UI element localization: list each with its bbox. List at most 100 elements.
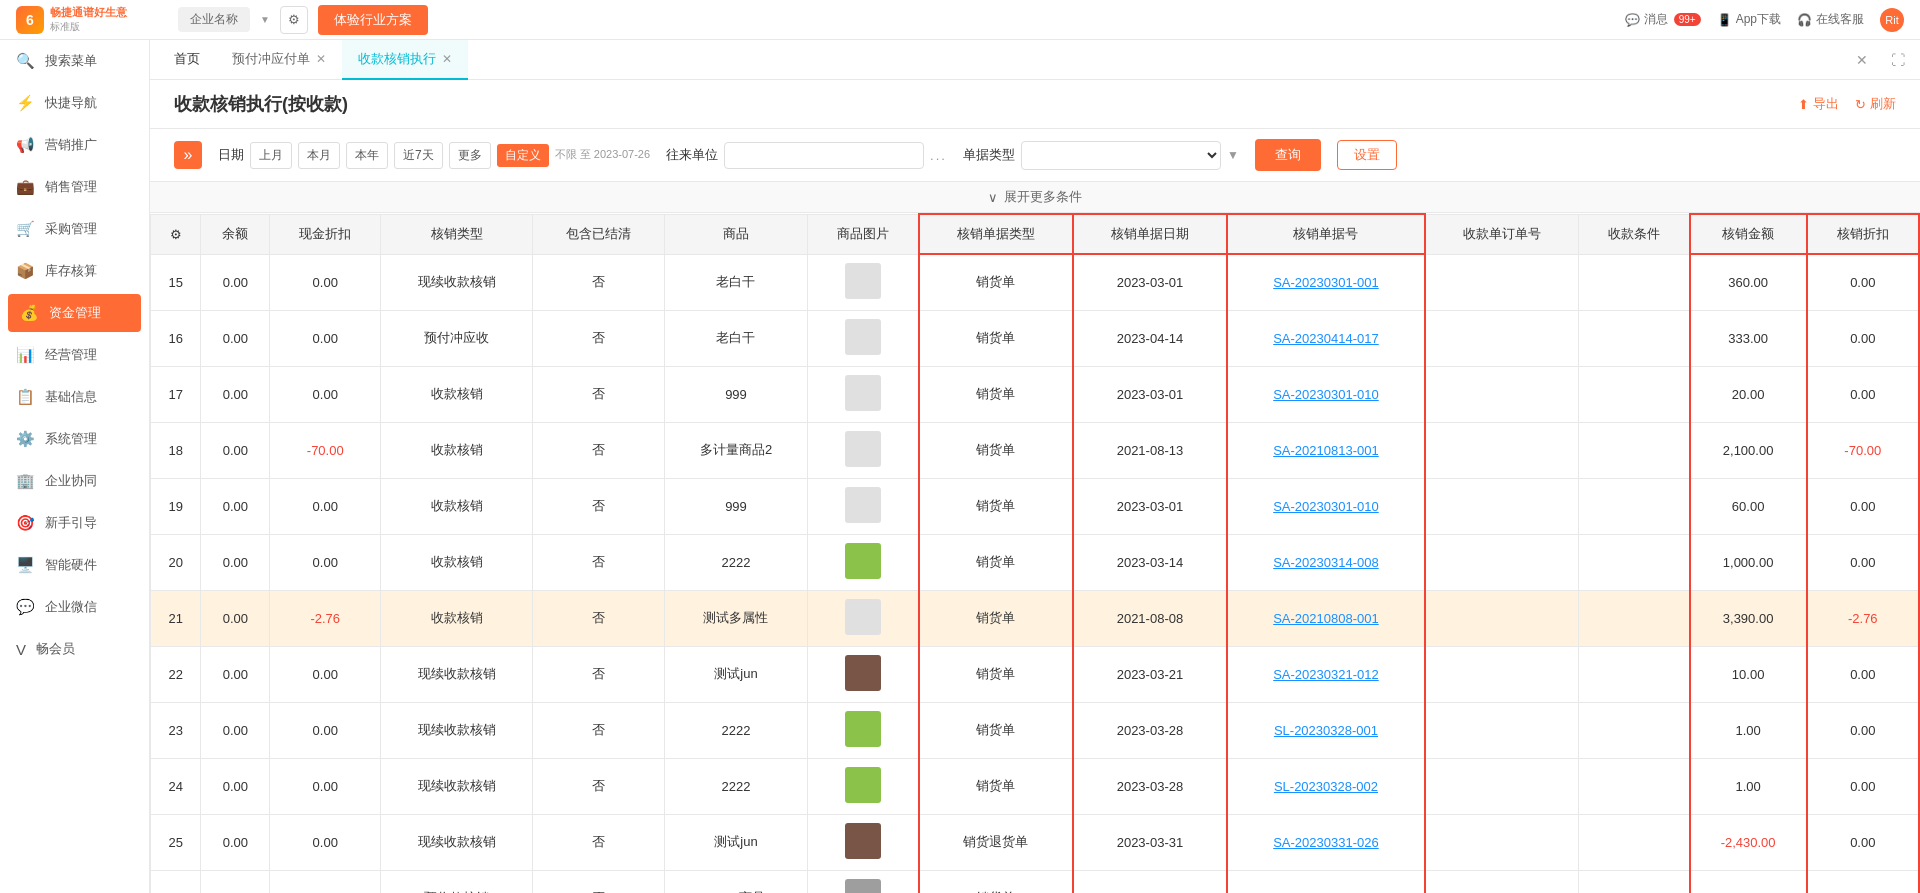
tab-prepay-close-icon[interactable]: ✕ — [316, 52, 326, 66]
messages-btn[interactable]: 💬 消息 99+ — [1625, 11, 1701, 28]
date-7days-btn[interactable]: 近7天 — [394, 142, 443, 169]
cell-writeoff-discount: 0.00 — [1807, 870, 1919, 893]
cell-goods: 999 — [664, 478, 807, 534]
cell-include-settled: 否 — [533, 366, 665, 422]
cell-writeoff-discount: 0.00 — [1807, 310, 1919, 366]
cell-bill-date: 2021-08-13 — [1073, 422, 1227, 478]
cell-goods: 123D商品 — [664, 870, 807, 893]
cell-bill-no[interactable]: SA-20230301-001 — [1227, 254, 1425, 310]
date-this-month-btn[interactable]: 本月 — [298, 142, 340, 169]
online-service-btn[interactable]: 🎧 在线客服 — [1797, 11, 1864, 28]
cell-writeoff-amount: 1,000.00 — [1690, 534, 1807, 590]
cell-no: 26 — [151, 870, 201, 893]
user-avatar[interactable]: Rit — [1880, 8, 1904, 32]
trial-button[interactable]: 体验行业方案 — [318, 5, 428, 35]
sidebar: 🔍 搜索菜单 ⚡ 快捷导航 📢 营销推广 💼 销售管理 🛒 采购管理 📦 库存核… — [0, 40, 150, 893]
cell-bill-no[interactable]: SA-20210813-001 — [1227, 422, 1425, 478]
filter-settings-button[interactable]: 设置 — [1337, 140, 1397, 170]
app-icon: 📱 — [1717, 13, 1732, 27]
cell-balance: 0.00 — [201, 814, 270, 870]
cell-no: 16 — [151, 310, 201, 366]
expand-more-button[interactable]: ∨ 展开更多条件 — [988, 188, 1082, 206]
wechat-icon: 💬 — [16, 598, 35, 616]
refresh-button[interactable]: ↻ 刷新 — [1855, 95, 1896, 113]
sidebar-item-finance[interactable]: 💰 资金管理 — [8, 294, 141, 332]
sidebar-item-sales[interactable]: 💼 销售管理 — [0, 166, 149, 208]
date-this-year-btn[interactable]: 本年 — [346, 142, 388, 169]
query-button[interactable]: 查询 — [1255, 139, 1321, 171]
table-row: 23 0.00 0.00 现续收款核销 否 2222 销货单 2023-03-2… — [151, 702, 1920, 758]
export-icon: ⬆ — [1798, 97, 1809, 112]
cell-writeoff-amount: 20.00 — [1690, 870, 1807, 893]
bill-type-filter-group: 单据类型 ▼ — [963, 141, 1239, 170]
table-row: 24 0.00 0.00 现续收款核销 否 2222 销货单 2023-03-2… — [151, 758, 1920, 814]
cell-bill-no[interactable]: SA-20230301-010 — [1227, 478, 1425, 534]
window-close-icon[interactable]: ✕ — [1848, 46, 1876, 74]
cell-bill-type: 销货单 — [919, 254, 1073, 310]
counterpart-filter-group: 往来单位 ... — [666, 142, 947, 169]
date-custom-badge[interactable]: 自定义 — [497, 144, 549, 167]
bill-type-select[interactable] — [1021, 141, 1221, 170]
sidebar-item-wechat[interactable]: 💬 企业微信 — [0, 586, 149, 628]
cell-writeoff-discount: 0.00 — [1807, 478, 1919, 534]
table-row: 20 0.00 0.00 收款核销 否 2222 销货单 2023-03-14 … — [151, 534, 1920, 590]
cell-bill-no[interactable]: SA-20230314-008 — [1227, 534, 1425, 590]
cell-bill-no[interactable]: ABC-001 — [1227, 870, 1425, 893]
cell-no: 22 — [151, 646, 201, 702]
company-selector[interactable]: 企业名称 — [178, 7, 250, 32]
company-chevron-icon[interactable]: ▼ — [260, 14, 270, 25]
sidebar-item-search[interactable]: 🔍 搜索菜单 — [0, 40, 149, 82]
cell-bill-date: 2023-03-28 — [1073, 758, 1227, 814]
sidebar-item-basic[interactable]: 📋 基础信息 — [0, 376, 149, 418]
tab-receipts[interactable]: 收款核销执行 ✕ — [342, 40, 468, 80]
table-row: 16 0.00 0.00 预付冲应收 否 老白干 销货单 2023-04-14 … — [151, 310, 1920, 366]
sidebar-item-guide[interactable]: 🎯 新手引导 — [0, 502, 149, 544]
cell-include-settled: 否 — [533, 870, 665, 893]
cell-writeoff-type: 收款核销 — [381, 590, 533, 646]
cell-bill-no[interactable]: SA-20210808-001 — [1227, 590, 1425, 646]
sidebar-item-shortcut[interactable]: ⚡ 快捷导航 — [0, 82, 149, 124]
counterpart-input[interactable] — [724, 142, 924, 169]
table-area[interactable]: ⚙ 余额 现金折扣 核销类型 包含已结清 商品 商品图片 核销单据类型 核销单据… — [150, 213, 1920, 893]
cell-writeoff-amount: 10.00 — [1690, 646, 1807, 702]
window-expand-icon[interactable]: ⛶ — [1884, 46, 1912, 74]
cell-bill-no[interactable]: SA-20230331-026 — [1227, 814, 1425, 870]
sales-icon: 💼 — [16, 178, 35, 196]
col-header-gear[interactable]: ⚙ — [151, 214, 201, 254]
sidebar-item-hardware[interactable]: 🖥️ 智能硬件 — [0, 544, 149, 586]
cell-goods: 2222 — [664, 702, 807, 758]
cell-no: 21 — [151, 590, 201, 646]
cell-bill-type: 销货单 — [919, 870, 1073, 893]
cell-writeoff-discount: 0.00 — [1807, 702, 1919, 758]
sidebar-item-enterprise[interactable]: 🏢 企业协同 — [0, 460, 149, 502]
cell-bill-no[interactable]: SA-20230414-017 — [1227, 310, 1425, 366]
date-last-month-btn[interactable]: 上月 — [250, 142, 292, 169]
sidebar-item-purchase[interactable]: 🛒 采购管理 — [0, 208, 149, 250]
cell-bill-no[interactable]: SL-20230328-001 — [1227, 702, 1425, 758]
cell-include-settled: 否 — [533, 758, 665, 814]
sidebar-item-marketing[interactable]: 📢 营销推广 — [0, 124, 149, 166]
messages-badge: 99+ — [1674, 13, 1701, 26]
tab-home[interactable]: 首页 — [158, 40, 216, 80]
app-download-btn[interactable]: 📱 App下载 — [1717, 11, 1781, 28]
cell-balance: 0.00 — [201, 422, 270, 478]
date-more-btn[interactable]: 更多 — [449, 142, 491, 169]
cell-bill-no[interactable]: SL-20230328-002 — [1227, 758, 1425, 814]
tab-prepay[interactable]: 预付冲应付单 ✕ — [216, 40, 342, 80]
sidebar-item-system[interactable]: ⚙️ 系统管理 — [0, 418, 149, 460]
cell-receipt-order-no — [1425, 366, 1578, 422]
export-button[interactable]: ⬆ 导出 — [1798, 95, 1839, 113]
filter-expand-button[interactable]: » — [174, 141, 202, 169]
cell-writeoff-type: 预付冲应收 — [381, 310, 533, 366]
settings-icon[interactable]: ⚙ — [280, 6, 308, 34]
cell-cash-discount: 0.00 — [270, 366, 381, 422]
basic-icon: 📋 — [16, 388, 35, 406]
sidebar-item-inventory[interactable]: 📦 库存核算 — [0, 250, 149, 292]
col-header-goods-image: 商品图片 — [808, 214, 919, 254]
cell-bill-no[interactable]: SA-20230301-010 — [1227, 366, 1425, 422]
sidebar-item-operation[interactable]: 📊 经营管理 — [0, 334, 149, 376]
sidebar-item-member[interactable]: V 畅会员 — [0, 628, 149, 670]
tab-receipts-close-icon[interactable]: ✕ — [442, 52, 452, 66]
cell-include-settled: 否 — [533, 814, 665, 870]
cell-bill-no[interactable]: SA-20230321-012 — [1227, 646, 1425, 702]
